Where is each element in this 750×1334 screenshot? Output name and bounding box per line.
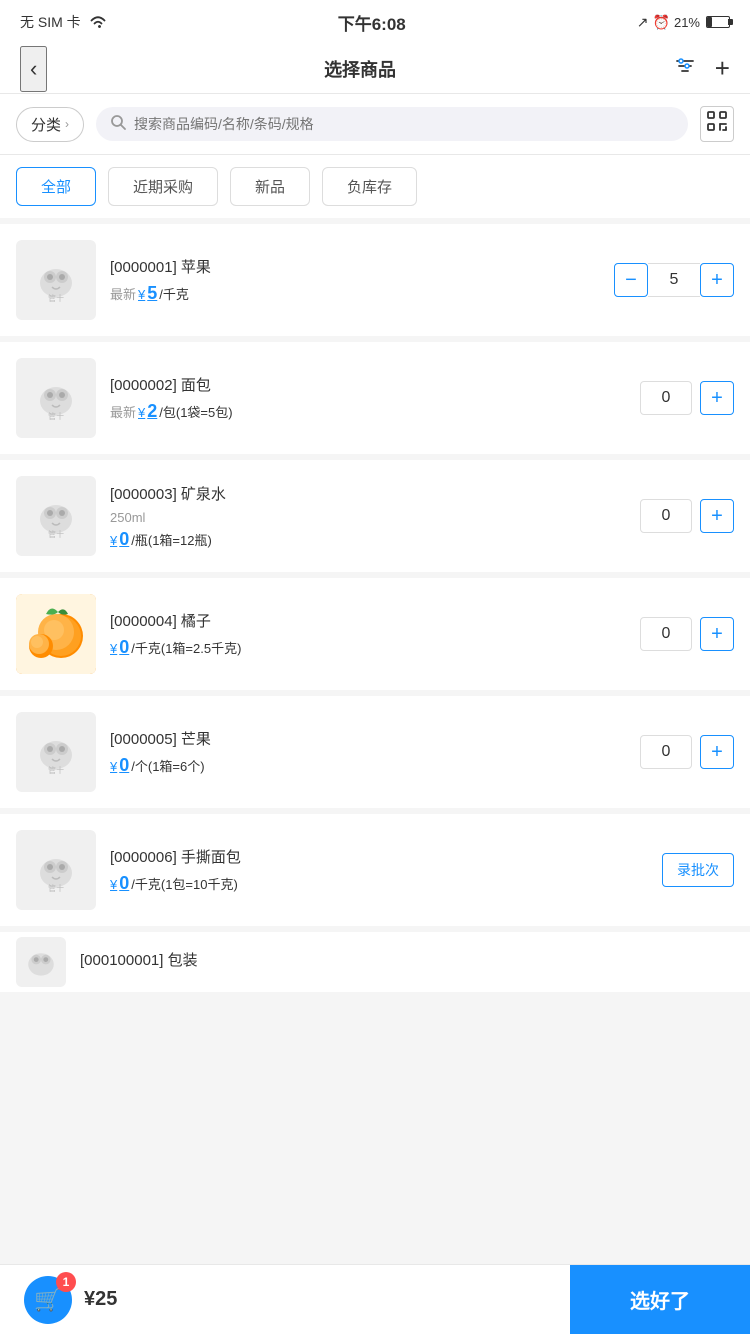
quantity-input[interactable] [640, 381, 692, 415]
product-image: 管十 [16, 712, 96, 792]
quantity-control: − + [614, 263, 734, 297]
svg-text:管十: 管十 [48, 765, 64, 775]
status-time: 下午6:08 [338, 10, 406, 35]
owl-icon: 管十 [31, 491, 81, 541]
page-title: 选择商品 [324, 56, 396, 82]
status-bar: 无 SIM 卡 下午6:08 ↗ ⏰ 21% [0, 0, 750, 44]
owl-icon: 管十 [31, 845, 81, 895]
quantity-control: + [640, 381, 734, 415]
tab-negative[interactable]: 负库存 [322, 167, 417, 206]
tab-recent[interactable]: 近期采购 [108, 167, 218, 206]
owl-icon: 管十 [31, 727, 81, 777]
product-info: [0000006] 手撕面包 ¥ 0 /千克(1包=10千克) [110, 846, 648, 894]
search-row: 分类 › [0, 94, 750, 155]
product-image-orange [16, 594, 96, 674]
confirm-button[interactable]: 选好了 [570, 1265, 750, 1334]
product-image: 管十 [16, 240, 96, 320]
list-item: 管十 [0000002] 面包 最新 ¥ 2 /包(1袋=5包) + [0, 342, 750, 454]
batch-control: 录批次 [662, 853, 734, 887]
svg-text:管十: 管十 [48, 529, 64, 539]
search-icon [110, 114, 126, 134]
nav-actions: + [673, 53, 730, 84]
list-item: [0000004] 橘子 ¥ 0 /千克(1箱=2.5千克) + [0, 578, 750, 690]
product-info: [0000005] 芒果 ¥ 0 /个(1箱=6个) [110, 728, 626, 776]
product-info: [0000001] 苹果 最新 ¥ 5 /千克 [110, 256, 600, 304]
product-image: 管十 [16, 830, 96, 910]
list-item: 管十 [0000005] 芒果 ¥ 0 /个(1箱=6个) + [0, 696, 750, 808]
cart-button[interactable]: 🛒 1 [24, 1276, 72, 1324]
product-price: 最新 ¥ 2 /包(1袋=5包) [110, 401, 626, 422]
quantity-control: + [640, 617, 734, 651]
product-name: [0000001] 苹果 [110, 256, 600, 277]
category-button[interactable]: 分类 › [16, 107, 84, 142]
add-product-button[interactable]: + [715, 53, 730, 84]
tab-all[interactable]: 全部 [16, 167, 96, 206]
search-input[interactable] [134, 116, 674, 132]
quantity-control: + [640, 735, 734, 769]
status-right: ↗ ⏰ 21% [637, 14, 730, 31]
search-box [96, 107, 688, 141]
product-name: [000100001] 包装 [80, 949, 734, 970]
quantity-control: + [640, 499, 734, 533]
list-item: 管十 [0000006] 手撕面包 ¥ 0 /千克(1包=10千克) 录批次 [0, 814, 750, 926]
battery-icon [706, 16, 730, 28]
alarm-icon: ⏰ [653, 14, 670, 31]
chevron-icon: › [65, 117, 69, 131]
product-price: 最新 ¥ 5 /千克 [110, 283, 600, 304]
owl-icon: 管十 [31, 373, 81, 423]
product-price: ¥ 0 /千克(1包=10千克) [110, 873, 648, 894]
cart-icon: 🛒 [34, 1287, 61, 1313]
product-image: 管十 [16, 476, 96, 556]
product-image: 管十 [16, 358, 96, 438]
filter-icon[interactable] [673, 54, 697, 84]
list-item: 管十 [0000001] 苹果 最新 ¥ 5 /千克 − + [0, 224, 750, 336]
quantity-input[interactable] [648, 263, 700, 297]
status-carrier: 无 SIM 卡 [20, 12, 107, 32]
product-price: ¥ 0 /瓶(1箱=12瓶) [110, 529, 626, 550]
wifi-icon [89, 15, 107, 29]
product-info: [0000002] 面包 最新 ¥ 2 /包(1袋=5包) [110, 374, 626, 422]
quantity-increase-button[interactable]: + [700, 381, 734, 415]
bottom-bar: 🛒 1 ¥25 选好了 [0, 1264, 750, 1334]
product-name: [0000006] 手撕面包 [110, 846, 648, 867]
cart-section: 🛒 1 ¥25 [0, 1276, 570, 1324]
product-name: [0000003] 矿泉水 [110, 483, 626, 504]
quantity-input[interactable] [640, 617, 692, 651]
list-item: 管十 [0000003] 矿泉水 250ml ¥ 0 /瓶(1箱=12瓶) + [0, 460, 750, 572]
tab-new[interactable]: 新品 [230, 167, 310, 206]
cart-total: ¥25 [84, 1288, 117, 1311]
quantity-decrease-button[interactable]: − [614, 263, 648, 297]
svg-text:管十: 管十 [48, 411, 64, 421]
product-info: [0000003] 矿泉水 250ml ¥ 0 /瓶(1箱=12瓶) [110, 483, 626, 550]
back-button[interactable]: ‹ [20, 46, 47, 92]
product-price: ¥ 0 /千克(1箱=2.5千克) [110, 637, 626, 658]
product-price: ¥ 0 /个(1箱=6个) [110, 755, 626, 776]
nav-bar: ‹ 选择商品 + [0, 44, 750, 94]
filter-tabs: 全部 近期采购 新品 负库存 [0, 155, 750, 224]
svg-text:管十: 管十 [48, 293, 64, 303]
cart-badge: 1 [56, 1272, 76, 1292]
scan-icon[interactable] [700, 106, 734, 142]
quantity-input[interactable] [640, 735, 692, 769]
quantity-increase-button[interactable]: + [700, 263, 734, 297]
product-name: [0000002] 面包 [110, 374, 626, 395]
quantity-input[interactable] [640, 499, 692, 533]
product-name: [0000004] 橘子 [110, 610, 626, 631]
owl-icon: 管十 [31, 255, 81, 305]
record-batch-button[interactable]: 录批次 [662, 853, 734, 887]
product-info: [0000004] 橘子 ¥ 0 /千克(1箱=2.5千克) [110, 610, 626, 658]
quantity-increase-button[interactable]: + [700, 735, 734, 769]
product-name: [0000005] 芒果 [110, 728, 626, 749]
svg-text:管十: 管十 [48, 883, 64, 893]
quantity-increase-button[interactable]: + [700, 499, 734, 533]
product-image [16, 937, 66, 987]
product-list: 管十 [0000001] 苹果 最新 ¥ 5 /千克 − + [0, 224, 750, 992]
quantity-increase-button[interactable]: + [700, 617, 734, 651]
list-item-partial: [000100001] 包装 [0, 932, 750, 992]
product-spec: 250ml [110, 510, 626, 525]
location-icon: ↗ [637, 14, 649, 31]
product-info: [000100001] 包装 [80, 949, 734, 976]
battery-percent: 21% [674, 15, 700, 30]
